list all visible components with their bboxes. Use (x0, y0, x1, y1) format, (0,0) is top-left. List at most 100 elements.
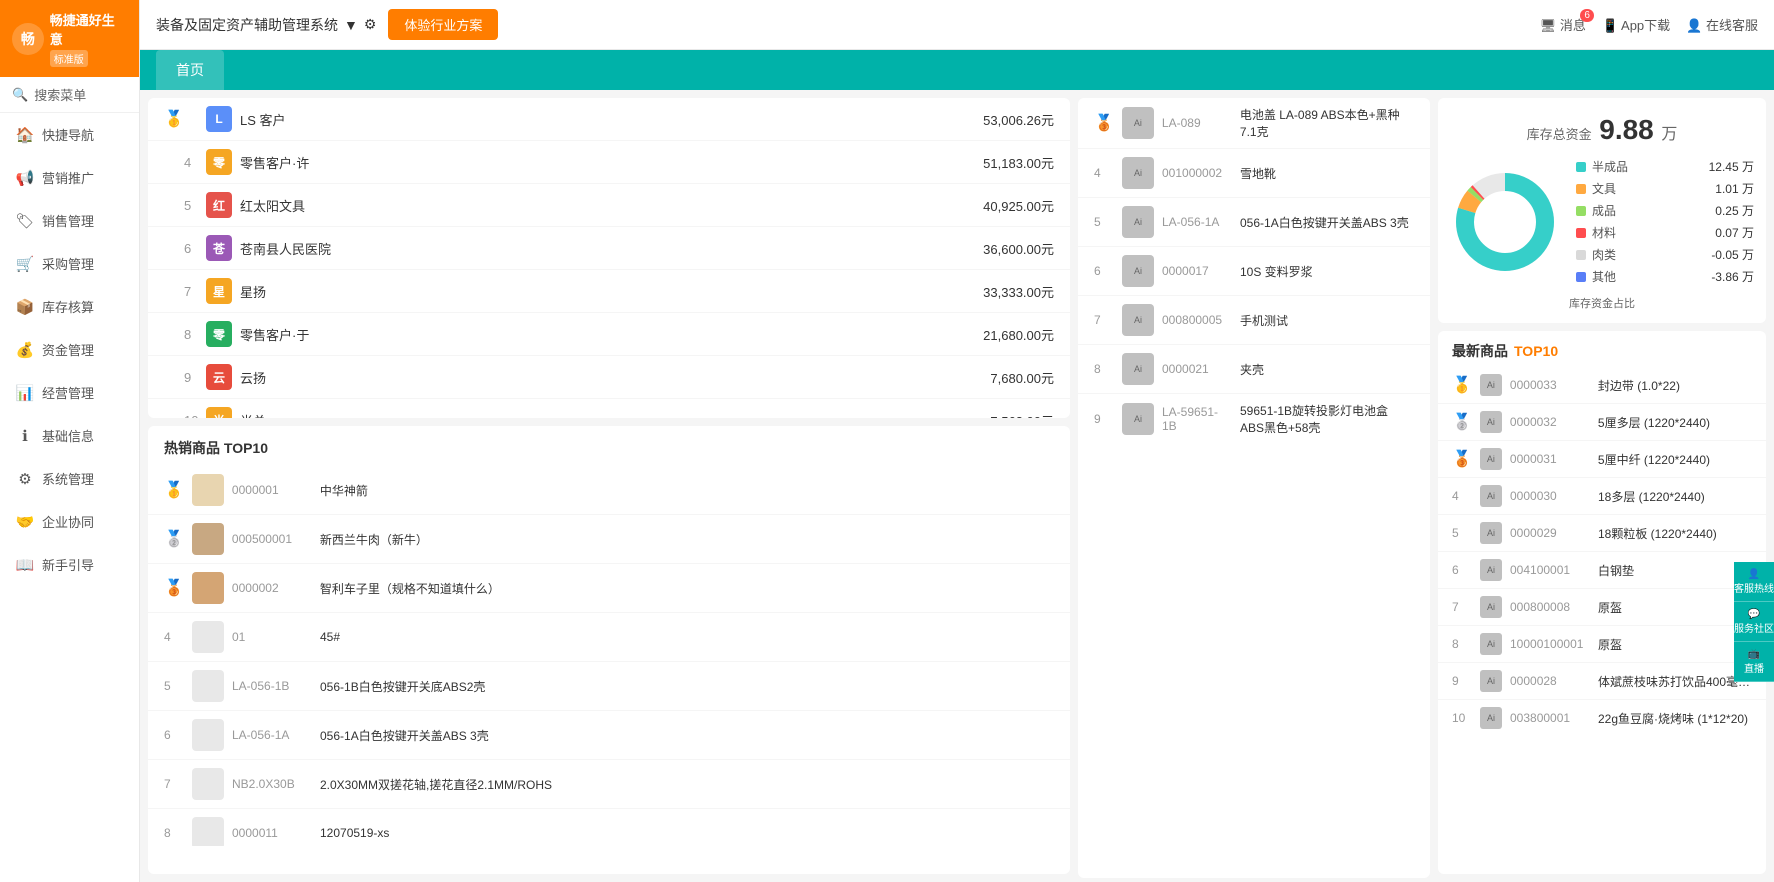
rank-num: 4 (184, 155, 206, 170)
sidebar-item-system[interactable]: ⚙ 系统管理 (0, 457, 139, 500)
info-icon: ℹ (16, 427, 34, 445)
medal-bronze: 🥉 (1452, 449, 1472, 469)
nav-tabs: 首页 (140, 50, 1774, 90)
settings-icon[interactable]: ⚙ (364, 16, 377, 33)
topbar-right: 🖥 消息 6 📱 App下载 👤 在线客服 (1540, 15, 1758, 34)
product-thumb: Ai (1122, 157, 1154, 189)
message-badge[interactable]: 🖥 消息 6 (1540, 15, 1586, 34)
product-thumb: Ai (1122, 107, 1154, 139)
product-code: 0000017 (1162, 264, 1232, 278)
product-thumb: Ai (1480, 522, 1502, 544)
product-thumb: Ai (1480, 374, 1502, 396)
product-image (192, 817, 224, 846)
inventory-icon: 📦 (16, 298, 34, 316)
product-name: 雪地靴 (1240, 165, 1414, 182)
medal-gold: 🥇 (1452, 375, 1472, 395)
sidebar-item-guide[interactable]: 📖 新手引导 (0, 543, 139, 586)
product-code: 001000002 (1162, 166, 1232, 180)
product-name: 10S 变料罗浆 (1240, 263, 1414, 280)
avatar: 红 (206, 192, 232, 218)
product-thumb: Ai (1480, 485, 1502, 507)
sidebar-item-inventory[interactable]: 📦 库存核算 (0, 285, 139, 328)
mid-product-scroll[interactable]: 🥉 Ai LA-089 电池盖 LA-089 ABS本色+黑种 7.1克 4 A… (1078, 98, 1430, 444)
customer-ranking-table: 🥇 L LS 客户 53,006.26元 4 零 零售客户·许 51,183.0… (148, 98, 1070, 418)
marketing-icon: 📢 (16, 169, 34, 187)
sidebar-item-label: 新手引导 (42, 555, 94, 574)
rank-num: 9 (184, 370, 206, 385)
app-download[interactable]: 📱 App下载 (1602, 15, 1670, 34)
float-buttons: 👤 客服热线 💬 服务社区 📺 直播 (1734, 562, 1774, 682)
system-name: 装备及固定资产辅助管理系统 ▼ ⚙ (156, 15, 376, 35)
sidebar-item-label: 采购管理 (42, 254, 94, 273)
content-area: 🥇 L LS 客户 53,006.26元 4 零 零售客户·许 51,183.0… (140, 90, 1774, 882)
legend-color (1576, 184, 1586, 194)
product-thumb: Ai (1480, 448, 1502, 470)
avatar: 云 (206, 364, 232, 390)
float-btn-service[interactable]: 👤 客服热线 (1734, 562, 1774, 602)
product-code: 0000021 (1162, 362, 1232, 376)
customer-scroll[interactable]: 🥇 L LS 客户 53,006.26元 4 零 零售客户·许 51,183.0… (148, 98, 1070, 418)
list-item: 🥈 Ai 0000032 5厘多层 (1220*2440) (1438, 404, 1766, 441)
operations-icon: 📊 (16, 384, 34, 402)
list-item: 6 LA-056-1A 056-1A白色按键开关盖ABS 3壳 (148, 711, 1070, 760)
list-item: 🥉 Ai LA-089 电池盖 LA-089 ABS本色+黑种 7.1克 (1078, 98, 1430, 149)
newest-products-panel: 最新商品 TOP10 🥇 Ai 0000033 封边带 (1.0*22) 🥈 A… (1438, 331, 1766, 874)
sales-customer-panel: 🥇 L LS 客户 53,006.26元 4 零 零售客户·许 51,183.0… (148, 98, 1070, 418)
enterprise-icon: 🤝 (16, 513, 34, 531)
dropdown-icon[interactable]: ▼ (344, 17, 358, 33)
product-name: 夹壳 (1240, 361, 1414, 378)
search-menu-label: 搜索菜单 (34, 85, 86, 104)
sidebar-item-marketing[interactable]: 📢 营销推广 (0, 156, 139, 199)
list-item: 5 Ai LA-056-1A 056-1A白色按键开关盖ABS 3壳 (1078, 198, 1430, 247)
legend-item: 文具 1.01 万 (1576, 180, 1754, 197)
donut-chart (1450, 167, 1560, 277)
sidebar-item-label: 系统管理 (42, 469, 94, 488)
newest-products-scroll[interactable]: 🥇 Ai 0000033 封边带 (1.0*22) 🥈 Ai 0000032 5… (1438, 367, 1766, 874)
sidebar-item-finance[interactable]: 💰 资金管理 (0, 328, 139, 371)
tab-home[interactable]: 首页 (156, 50, 224, 90)
product-code: LA-089 (1162, 116, 1232, 130)
sidebar-item-sales[interactable]: 🏷 销售管理 (0, 199, 139, 242)
sidebar-item-enterprise[interactable]: 🤝 企业协同 (0, 500, 139, 543)
avatar: 苍 (206, 235, 232, 261)
float-btn-live[interactable]: 📺 直播 (1734, 642, 1774, 682)
list-item: 9 Ai LA-59651-1B 59651-1B旋转投影灯电池盒 ABS黑色+… (1078, 394, 1430, 444)
app-name: 畅捷通好生意 (50, 10, 127, 48)
product-code: LA-056-1A (1162, 215, 1232, 229)
search-menu-item[interactable]: 🔍 搜索菜单 (0, 77, 139, 113)
sidebar-item-label: 基础信息 (42, 426, 94, 445)
inventory-value: 9.88 (1599, 114, 1654, 145)
guide-icon: 📖 (16, 556, 34, 574)
product-thumb: Ai (1480, 633, 1502, 655)
sidebar: 畅 畅捷通好生意 标准版 🔍 搜索菜单 🏠 快捷导航 📢 营销推广 🏷 销售管理… (0, 0, 140, 882)
sidebar-item-basic-info[interactable]: ℹ 基础信息 (0, 414, 139, 457)
sidebar-item-label: 经营管理 (42, 383, 94, 402)
sidebar-item-purchase[interactable]: 🛒 采购管理 (0, 242, 139, 285)
rank-num: 5 (184, 198, 206, 213)
product-thumb: Ai (1480, 707, 1502, 729)
sidebar-item-operations[interactable]: 📊 经营管理 (0, 371, 139, 414)
trial-button[interactable]: 体验行业方案 (388, 9, 498, 40)
product-thumb: Ai (1122, 403, 1154, 435)
medal-bronze-mid: 🥉 (1094, 113, 1114, 133)
rank-num: 6 (184, 241, 206, 256)
float-btn-community[interactable]: 💬 服务社区 (1734, 602, 1774, 642)
list-item: 4 Ai 0000030 18多层 (1220*2440) (1438, 478, 1766, 515)
product-thumb: Ai (1480, 596, 1502, 618)
list-item: 7 NB2.0X30B 2.0X30MM双搓花轴,搓花直径2.1MM/ROHS (148, 760, 1070, 809)
list-item: 🥉 Ai 0000031 5厘中纤 (1220*2440) (1438, 441, 1766, 478)
inventory-panel: 库存总资金 9.88 万 (1438, 98, 1766, 323)
sidebar-item-label: 库存核算 (42, 297, 94, 316)
avatar: 星 (206, 278, 232, 304)
product-thumb: Ai (1480, 411, 1502, 433)
hot-products-scroll[interactable]: 🥇 0000001 中华神箭 🥈 000500001 新西兰牛肉（新牛） 🥉 (148, 466, 1070, 846)
online-service[interactable]: 👤 在线客服 (1686, 15, 1758, 34)
list-item: 🥇 Ai 0000033 封边带 (1.0*22) (1438, 367, 1766, 404)
list-item: 6 Ai 0000017 10S 变料罗浆 (1078, 247, 1430, 296)
avatar: 零 (206, 149, 232, 175)
service-icon: 👤 (1748, 569, 1760, 580)
sidebar-item-quick-nav[interactable]: 🏠 快捷导航 (0, 113, 139, 156)
logo-icon: 畅 (12, 23, 44, 55)
product-name: 056-1A白色按键开关盖ABS 3壳 (1240, 214, 1414, 231)
list-item: 4 01 45# (148, 613, 1070, 662)
